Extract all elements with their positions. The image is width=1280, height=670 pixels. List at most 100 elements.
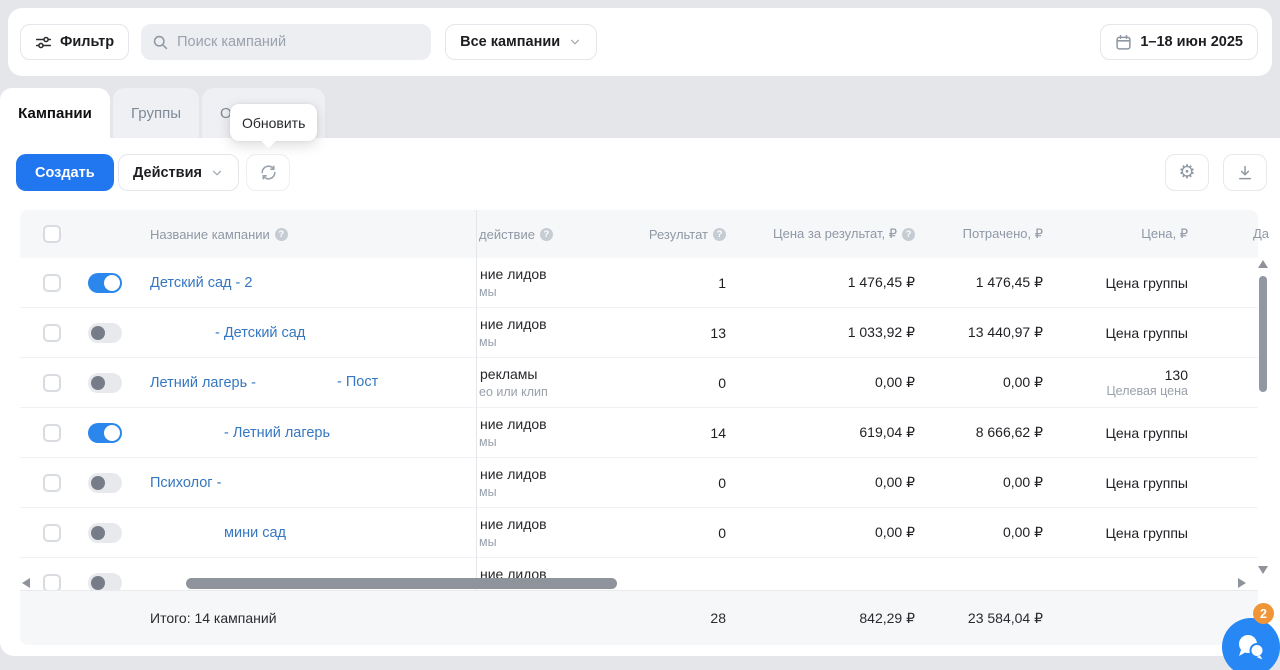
cost-per-result-value: 619,04 ₽ xyxy=(859,424,915,440)
tab-campaigns[interactable]: Кампании xyxy=(0,88,110,138)
table-body: Детский сад - 2 ние лидов мы 1 1 476,45 ₽ 1 4… xyxy=(20,258,1258,590)
result-value: 13 xyxy=(710,324,726,341)
table-row: - Летний лагерь ние лидов мы 14 619,04 ₽ 8 66… xyxy=(20,408,1258,458)
campaign-toggle[interactable] xyxy=(88,372,122,393)
topbar: Фильтр Поиск кампаний Все кампании 1–18 … xyxy=(8,8,1272,76)
price-value: Цена группы xyxy=(1105,424,1188,441)
price-value: Цена группы xyxy=(1105,524,1188,541)
objective-subtext-clipped: мы xyxy=(479,485,497,499)
objective-text-clipped: ние лидов xyxy=(480,466,547,482)
vertical-scrollbar[interactable] xyxy=(1256,258,1270,590)
row-checkbox[interactable] xyxy=(43,523,61,542)
search-input[interactable]: Поиск кампаний xyxy=(141,24,432,60)
download-icon xyxy=(1239,165,1251,179)
table-settings-button[interactable]: ⚙ xyxy=(1165,154,1209,191)
horizontal-scrollbar[interactable] xyxy=(20,577,1258,590)
header-cost-per-result: Цена за результат, ₽ xyxy=(773,226,897,241)
scroll-right-arrow-icon[interactable] xyxy=(1238,578,1246,588)
table-footer-row: Итого: 14 кампаний 28 842,29 ₽ 23 584,04… xyxy=(20,590,1258,645)
table-row: Психолог - ние лидов мы 0 0,00 ₽ 0,00 ₽ Цена г… xyxy=(20,458,1258,508)
campaign-name-link[interactable]: - Летний лагерь xyxy=(224,425,330,441)
help-icon[interactable]: ? xyxy=(274,227,288,241)
header-campaign-name: Название кампании xyxy=(150,226,270,242)
filter-button[interactable]: Фильтр xyxy=(20,24,130,60)
header-spent: Потрачено, ₽ xyxy=(962,226,1043,241)
help-icon[interactable]: ? xyxy=(713,227,726,241)
campaigns-table: Название кампании ? действие ? Результат… xyxy=(20,210,1269,645)
vertical-scrollbar-thumb[interactable] xyxy=(1259,276,1267,392)
refresh-button[interactable] xyxy=(246,154,290,191)
row-checkbox[interactable] xyxy=(43,373,61,392)
help-icon[interactable]: ? xyxy=(902,227,915,241)
row-checkbox[interactable] xyxy=(43,473,61,492)
campaign-scope-value: Все кампании xyxy=(460,34,561,50)
objective-subtext-clipped: мы xyxy=(479,535,497,549)
table-row: Летний лагерь - - Пост рекламы ео или клип 0… xyxy=(20,358,1258,408)
campaign-name-link[interactable]: - Пост xyxy=(337,374,378,390)
vk-ads-campaigns-page: Фильтр Поиск кампаний Все кампании 1–18 … xyxy=(0,0,1280,670)
horizontal-scrollbar-thumb[interactable] xyxy=(186,578,617,589)
tab-groups-label: Группы xyxy=(131,104,181,122)
campaign-toggle[interactable] xyxy=(88,472,122,493)
content-panel: Создать Действия ⚙ Название кампании ? д… xyxy=(0,138,1280,656)
campaign-name-link[interactable]: Психолог - xyxy=(150,475,221,491)
help-icon[interactable]: ? xyxy=(539,227,553,241)
campaign-name-link[interactable]: мини сад xyxy=(224,525,286,541)
date-range-button[interactable]: 1–18 июн 2025 xyxy=(1100,24,1258,60)
actions-dropdown[interactable]: Действия xyxy=(118,154,239,191)
objective-subtext-clipped: мы xyxy=(479,435,497,449)
search-placeholder: Поиск кампаний xyxy=(177,34,287,50)
campaign-toggle[interactable] xyxy=(88,322,122,343)
calendar-icon xyxy=(1116,34,1131,50)
objective-text-clipped: ние лидов xyxy=(480,416,547,432)
spent-value: 8 666,62 ₽ xyxy=(975,424,1043,440)
campaign-toggle[interactable] xyxy=(88,422,122,443)
spent-value: 0,00 ₽ xyxy=(1002,474,1043,490)
frozen-column-divider xyxy=(476,210,477,590)
row-checkbox[interactable] xyxy=(43,273,61,292)
price-value: Цена группы xyxy=(1105,474,1188,491)
table-header-row: Название кампании ? действие ? Результат… xyxy=(20,210,1269,258)
totals-label: Итого: 14 кампаний xyxy=(150,610,277,626)
support-chat-button[interactable] xyxy=(1222,618,1280,670)
row-checkbox[interactable] xyxy=(43,323,61,342)
chevron-down-icon xyxy=(571,39,580,45)
price-value: Цена группы xyxy=(1105,274,1188,291)
create-button[interactable]: Создать xyxy=(16,154,114,191)
scroll-down-arrow-icon[interactable] xyxy=(1258,566,1268,574)
scroll-up-arrow-icon[interactable] xyxy=(1258,260,1268,268)
total-cost-per-result: 842,29 ₽ xyxy=(859,609,915,626)
scroll-left-arrow-icon[interactable] xyxy=(22,578,30,588)
campaign-toggle[interactable] xyxy=(88,272,122,293)
row-checkbox[interactable] xyxy=(43,423,61,442)
result-value: 0 xyxy=(718,524,726,541)
campaign-scope-dropdown[interactable]: Все кампании xyxy=(445,24,598,60)
export-download-button[interactable] xyxy=(1223,154,1267,191)
cost-per-result-value: 0,00 ₽ xyxy=(874,374,915,390)
tab-groups[interactable]: Группы xyxy=(113,88,199,138)
table-row: мини сад ние лидов мы 0 0,00 ₽ 0,00 ₽ Цена гру… xyxy=(20,508,1258,558)
spent-value: 0,00 ₽ xyxy=(1002,374,1043,390)
chevron-down-icon xyxy=(212,170,222,175)
objective-text-clipped: ние лидов xyxy=(480,266,547,282)
search-icon xyxy=(153,35,168,49)
objective-text-clipped: ние лидов xyxy=(480,316,547,332)
campaign-toggle[interactable] xyxy=(88,522,122,543)
result-value: 1 xyxy=(718,274,726,291)
price-subtext: Целевая цена xyxy=(1106,384,1188,398)
header-date-clipped: Да xyxy=(1253,226,1270,241)
total-spent: 23 584,04 ₽ xyxy=(967,609,1043,626)
date-range-value: 1–18 июн 2025 xyxy=(1140,34,1243,50)
table-row: Детский сад - 2 ние лидов мы 1 1 476,45 ₽ 1 4… xyxy=(20,258,1258,308)
chat-unread-badge: 2 xyxy=(1253,603,1274,624)
header-action: действие xyxy=(479,226,535,242)
cost-per-result-value: 0,00 ₽ xyxy=(874,524,915,540)
campaign-name-link[interactable]: - Детский сад xyxy=(215,325,305,341)
gear-icon: ⚙ xyxy=(1178,162,1196,183)
cost-per-result-value: 1 033,92 ₽ xyxy=(847,324,915,340)
tab-campaigns-label: Кампании xyxy=(18,104,92,122)
select-all-checkbox[interactable] xyxy=(43,225,61,243)
campaign-name-link[interactable]: Детский сад - 2 xyxy=(150,275,252,291)
refresh-icon xyxy=(260,165,276,180)
campaign-name-link[interactable]: Летний лагерь - xyxy=(150,375,256,391)
